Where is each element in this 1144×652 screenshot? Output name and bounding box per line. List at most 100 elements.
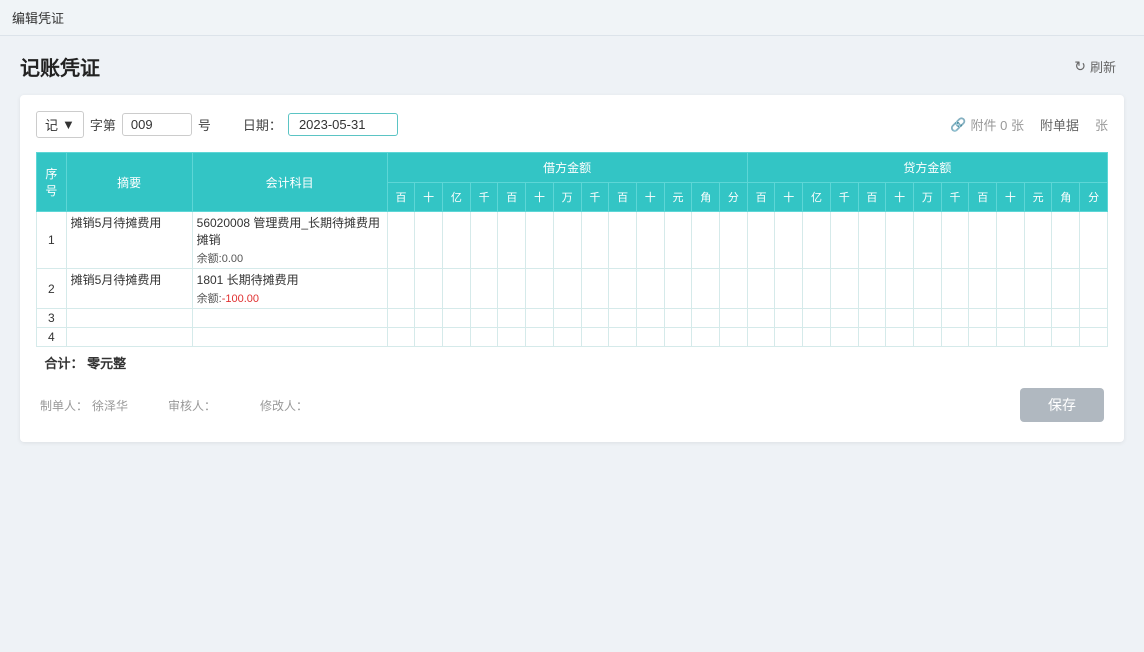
row-debit-digit-5[interactable] xyxy=(526,269,554,309)
row-credit-digit-6[interactable] xyxy=(913,309,941,328)
row-credit-digit-1[interactable] xyxy=(775,269,803,309)
row-debit-digit-0[interactable] xyxy=(387,309,415,328)
row-debit-digit-11[interactable] xyxy=(692,309,720,328)
row-debit-digit-3[interactable] xyxy=(470,309,498,328)
row-credit-digit-1[interactable] xyxy=(775,309,803,328)
row-credit-digit-9[interactable] xyxy=(997,328,1025,347)
row-debit-digit-11[interactable] xyxy=(692,269,720,309)
row-debit-digit-4[interactable] xyxy=(498,212,526,269)
row-debit-digit-5[interactable] xyxy=(526,212,554,269)
row-credit-digit-11[interactable] xyxy=(1052,269,1080,309)
row-debit-digit-6[interactable] xyxy=(553,269,581,309)
row-credit-digit-5[interactable] xyxy=(886,328,914,347)
attachment-single-btn[interactable]: 附单据 xyxy=(1040,115,1079,134)
save-button[interactable]: 保存 xyxy=(1020,388,1104,422)
row-debit-digit-7[interactable] xyxy=(581,328,609,347)
row-credit-digit-3[interactable] xyxy=(830,309,858,328)
row-credit-digit-4[interactable] xyxy=(858,212,886,269)
row-credit-digit-10[interactable] xyxy=(1024,269,1052,309)
row-credit-digit-8[interactable] xyxy=(969,212,997,269)
row-credit-digit-5[interactable] xyxy=(886,269,914,309)
row-credit-digit-7[interactable] xyxy=(941,328,969,347)
row-debit-digit-6[interactable] xyxy=(553,309,581,328)
row-debit-digit-9[interactable] xyxy=(636,212,664,269)
row-credit-digit-8[interactable] xyxy=(969,309,997,328)
row-account-0[interactable]: 56020008 管理费用_长期待摊费用摊销余额:0.00 xyxy=(192,212,387,269)
row-credit-digit-5[interactable] xyxy=(886,309,914,328)
row-summary-3[interactable] xyxy=(66,328,192,347)
row-debit-digit-8[interactable] xyxy=(609,212,637,269)
row-credit-digit-3[interactable] xyxy=(830,269,858,309)
row-debit-digit-5[interactable] xyxy=(526,328,554,347)
row-debit-digit-12[interactable] xyxy=(720,328,748,347)
row-debit-digit-2[interactable] xyxy=(443,309,471,328)
row-credit-digit-0[interactable] xyxy=(747,309,775,328)
row-credit-digit-12[interactable] xyxy=(1080,212,1108,269)
row-debit-digit-5[interactable] xyxy=(526,309,554,328)
row-credit-digit-4[interactable] xyxy=(858,269,886,309)
row-debit-digit-6[interactable] xyxy=(553,212,581,269)
row-summary-2[interactable] xyxy=(66,309,192,328)
row-credit-digit-12[interactable] xyxy=(1080,309,1108,328)
row-credit-digit-4[interactable] xyxy=(858,328,886,347)
row-debit-digit-10[interactable] xyxy=(664,309,692,328)
row-credit-digit-1[interactable] xyxy=(775,328,803,347)
row-credit-digit-0[interactable] xyxy=(747,328,775,347)
row-credit-digit-0[interactable] xyxy=(747,269,775,309)
row-credit-digit-10[interactable] xyxy=(1024,212,1052,269)
row-debit-digit-0[interactable] xyxy=(387,212,415,269)
row-summary-1[interactable]: 摊销5月待摊费用 xyxy=(66,269,192,309)
row-credit-digit-2[interactable] xyxy=(803,309,831,328)
row-debit-digit-7[interactable] xyxy=(581,309,609,328)
row-debit-digit-6[interactable] xyxy=(553,328,581,347)
row-debit-digit-9[interactable] xyxy=(636,269,664,309)
row-account-2[interactable] xyxy=(192,309,387,328)
row-debit-digit-4[interactable] xyxy=(498,269,526,309)
row-debit-digit-0[interactable] xyxy=(387,269,415,309)
row-debit-digit-7[interactable] xyxy=(581,269,609,309)
refresh-button[interactable]: ↻ 刷新 xyxy=(1066,53,1124,80)
row-debit-digit-2[interactable] xyxy=(443,212,471,269)
row-debit-digit-0[interactable] xyxy=(387,328,415,347)
date-input[interactable] xyxy=(288,113,398,136)
row-credit-digit-11[interactable] xyxy=(1052,309,1080,328)
attachment-link[interactable]: 🔗 附件 0 张 xyxy=(950,115,1024,134)
row-credit-digit-9[interactable] xyxy=(997,309,1025,328)
row-credit-digit-6[interactable] xyxy=(913,269,941,309)
row-debit-digit-12[interactable] xyxy=(720,309,748,328)
row-debit-digit-12[interactable] xyxy=(720,269,748,309)
row-summary-0[interactable]: 摊销5月待摊费用 xyxy=(66,212,192,269)
row-debit-digit-8[interactable] xyxy=(609,328,637,347)
row-credit-digit-2[interactable] xyxy=(803,328,831,347)
row-debit-digit-7[interactable] xyxy=(581,212,609,269)
row-credit-digit-12[interactable] xyxy=(1080,269,1108,309)
row-debit-digit-9[interactable] xyxy=(636,309,664,328)
row-debit-digit-4[interactable] xyxy=(498,328,526,347)
row-debit-digit-11[interactable] xyxy=(692,212,720,269)
row-credit-digit-7[interactable] xyxy=(941,212,969,269)
row-debit-digit-2[interactable] xyxy=(443,328,471,347)
row-debit-digit-1[interactable] xyxy=(415,269,443,309)
row-credit-digit-11[interactable] xyxy=(1052,212,1080,269)
row-credit-digit-8[interactable] xyxy=(969,328,997,347)
row-debit-digit-2[interactable] xyxy=(443,269,471,309)
row-credit-digit-12[interactable] xyxy=(1080,328,1108,347)
row-credit-digit-2[interactable] xyxy=(803,269,831,309)
row-credit-digit-5[interactable] xyxy=(886,212,914,269)
row-credit-digit-9[interactable] xyxy=(997,269,1025,309)
row-credit-digit-7[interactable] xyxy=(941,269,969,309)
row-credit-digit-11[interactable] xyxy=(1052,328,1080,347)
row-credit-digit-2[interactable] xyxy=(803,212,831,269)
row-credit-digit-7[interactable] xyxy=(941,309,969,328)
row-debit-digit-4[interactable] xyxy=(498,309,526,328)
row-debit-digit-8[interactable] xyxy=(609,309,637,328)
row-debit-digit-3[interactable] xyxy=(470,212,498,269)
row-debit-digit-10[interactable] xyxy=(664,269,692,309)
row-credit-digit-8[interactable] xyxy=(969,269,997,309)
row-debit-digit-8[interactable] xyxy=(609,269,637,309)
row-debit-digit-3[interactable] xyxy=(470,269,498,309)
row-credit-digit-4[interactable] xyxy=(858,309,886,328)
row-debit-digit-9[interactable] xyxy=(636,328,664,347)
row-credit-digit-3[interactable] xyxy=(830,212,858,269)
row-debit-digit-1[interactable] xyxy=(415,328,443,347)
